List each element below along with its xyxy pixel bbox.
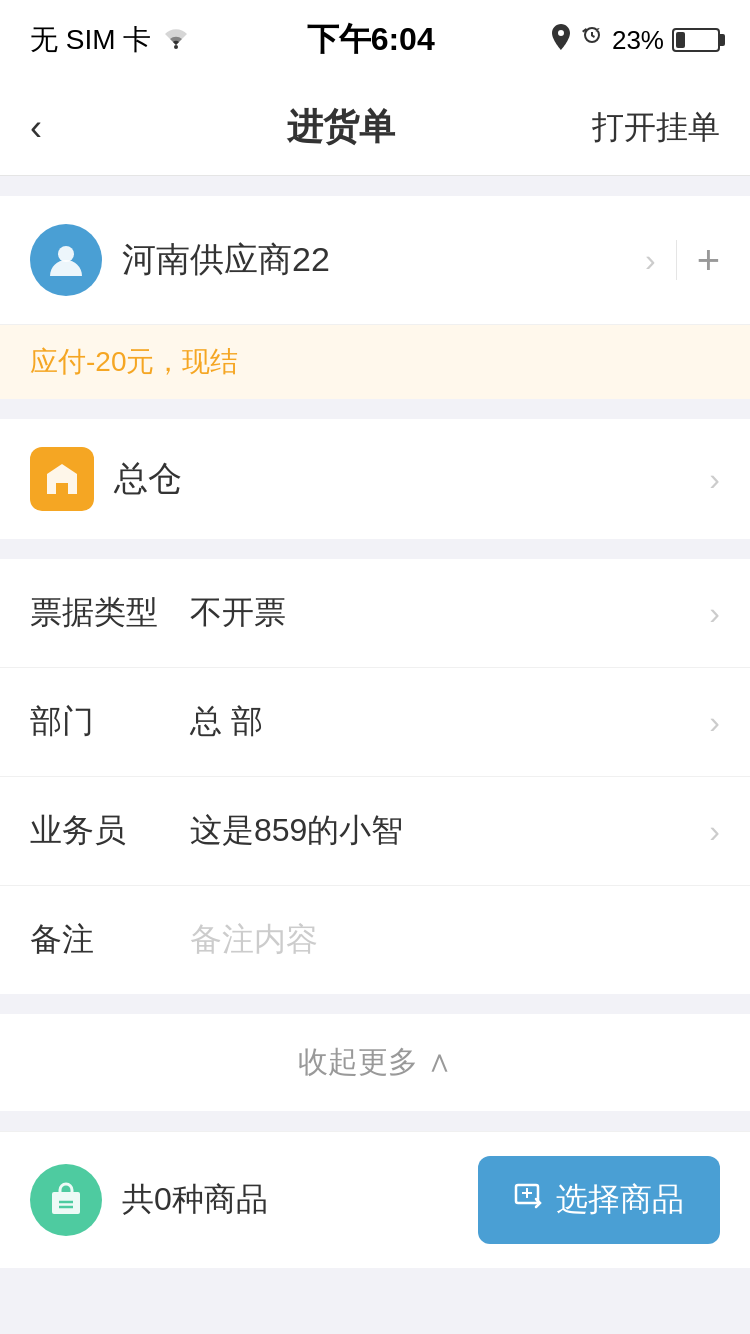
department-label: 部门 <box>30 700 170 744</box>
divider-vertical <box>676 240 677 280</box>
select-product-label: 选择商品 <box>556 1178 684 1222</box>
supplier-card: 河南供应商22 › + 应付-20元，现结 <box>0 196 750 399</box>
section-gap-2 <box>0 399 750 419</box>
remark-label: 备注 <box>30 918 170 962</box>
invoice-type-row[interactable]: 票据类型 不开票 › <box>0 559 750 668</box>
page-title: 进货单 <box>287 103 395 152</box>
status-time: 下午6:04 <box>307 18 435 62</box>
supplier-name: 河南供应商22 <box>122 237 645 283</box>
salesperson-chevron-icon: › <box>709 813 720 850</box>
department-chevron-icon: › <box>709 704 720 741</box>
nav-bar: ‹ 进货单 打开挂单 <box>0 80 750 176</box>
status-right: 23% <box>550 24 720 57</box>
supplier-avatar <box>30 224 102 296</box>
status-left: 无 SIM 卡 <box>30 21 191 59</box>
notice-bar: 应付-20元，现结 <box>0 325 750 399</box>
location-icon <box>550 24 572 57</box>
svg-rect-2 <box>56 483 68 494</box>
warehouse-card: 总仓 › <box>0 419 750 539</box>
supplier-row[interactable]: 河南供应商22 › + <box>0 196 750 325</box>
collapse-label: 收起更多 ∧ <box>298 1042 451 1083</box>
carrier-label: 无 SIM 卡 <box>30 21 151 59</box>
form-section: 票据类型 不开票 › 部门 总 部 › 业务员 这是859的小智 › 备注 备注… <box>0 559 750 994</box>
section-gap-1 <box>0 176 750 196</box>
status-bar: 无 SIM 卡 下午6:04 23% <box>0 0 750 80</box>
warehouse-icon <box>30 447 94 511</box>
back-button[interactable]: ‹ <box>30 107 90 149</box>
remark-row[interactable]: 备注 备注内容 <box>0 886 750 994</box>
open-pending-button[interactable]: 打开挂单 <box>592 106 720 150</box>
salesperson-row[interactable]: 业务员 这是859的小智 › <box>0 777 750 886</box>
collapse-row[interactable]: 收起更多 ∧ <box>0 1014 750 1111</box>
salesperson-label: 业务员 <box>30 809 170 853</box>
alarm-icon <box>580 25 604 56</box>
warehouse-chevron-icon: › <box>709 461 720 498</box>
product-count-label: 共0种商品 <box>122 1178 478 1222</box>
warehouse-row[interactable]: 总仓 › <box>0 419 750 539</box>
select-product-button[interactable]: 选择商品 <box>478 1156 720 1244</box>
invoice-type-value: 不开票 <box>170 591 709 635</box>
invoice-type-chevron-icon: › <box>709 595 720 632</box>
department-value: 总 部 <box>170 700 709 744</box>
add-supplier-button[interactable]: + <box>697 238 720 283</box>
supplier-chevron-icon: › <box>645 242 656 279</box>
battery-label: 23% <box>612 25 664 56</box>
battery-icon <box>672 28 720 52</box>
remark-input[interactable]: 备注内容 <box>170 918 720 962</box>
bottom-bar: 共0种商品 选择商品 <box>0 1131 750 1268</box>
svg-point-0 <box>174 45 178 49</box>
wifi-icon <box>161 24 191 56</box>
svg-point-1 <box>58 246 74 262</box>
department-row[interactable]: 部门 总 部 › <box>0 668 750 777</box>
salesperson-value: 这是859的小智 <box>170 809 709 853</box>
select-product-icon <box>514 1182 546 1219</box>
invoice-type-label: 票据类型 <box>30 591 170 635</box>
notice-text: 应付-20元，现结 <box>30 346 238 377</box>
warehouse-name: 总仓 <box>114 456 709 502</box>
product-icon <box>30 1164 102 1236</box>
